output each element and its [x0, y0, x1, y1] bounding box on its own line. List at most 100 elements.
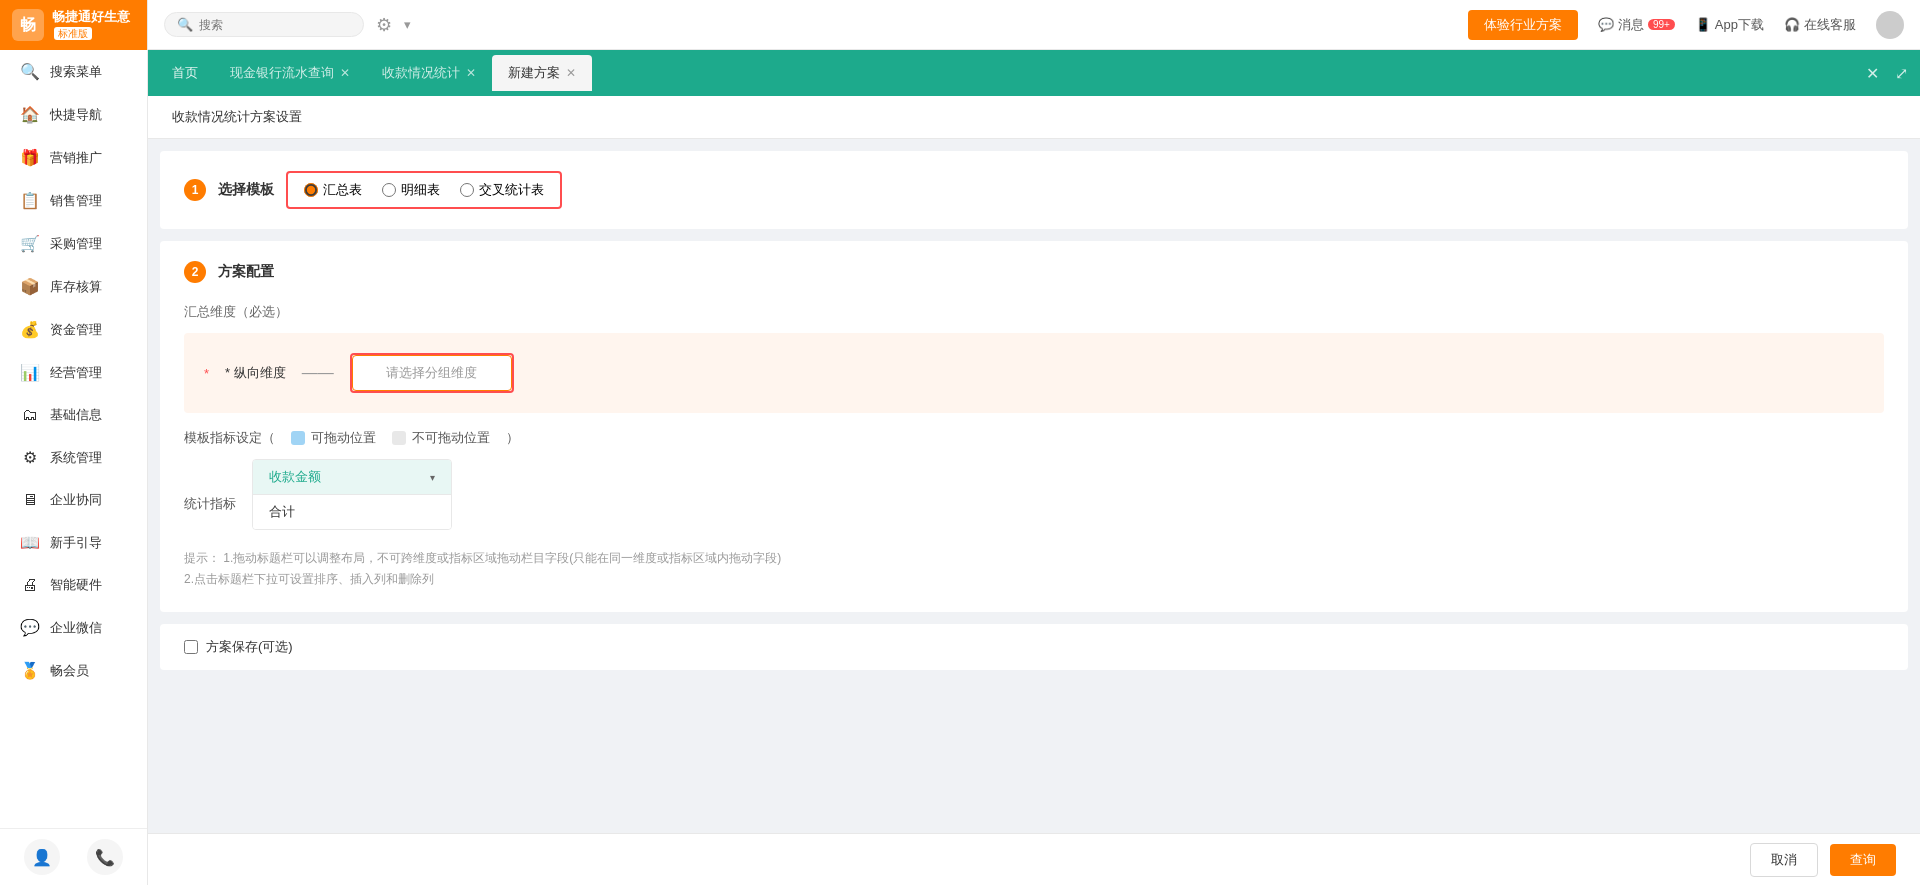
summary-dim-title: 汇总维度（必选）: [184, 303, 1884, 321]
summary-dim-area: 汇总维度（必选） * * 纵向维度 —— 请选择分组维度: [184, 303, 1884, 413]
tab-new-scheme-close[interactable]: ✕: [566, 67, 576, 79]
sidebar-item-basic-info[interactable]: 🗂 基础信息: [0, 394, 147, 436]
radio-detail-input[interactable]: [382, 183, 396, 197]
sidebar-item-guide[interactable]: 📖 新手引导: [0, 521, 147, 564]
sidebar-item-inventory[interactable]: 📦 库存核算: [0, 265, 147, 308]
tips-section: 提示： 1.拖动标题栏可以调整布局，不可跨维度或指标区域拖动栏目字段(只能在同一…: [184, 550, 1884, 588]
clipboard-icon: 📋: [20, 191, 40, 210]
radio-detail[interactable]: 明细表: [382, 181, 440, 199]
radio-detail-label: 明细表: [401, 181, 440, 199]
radio-cross-label: 交叉统计表: [479, 181, 544, 199]
sidebar-item-system[interactable]: ⚙ 系统管理: [0, 436, 147, 479]
query-button[interactable]: 查询: [1830, 844, 1896, 876]
tab-bank-flow-close[interactable]: ✕: [340, 67, 350, 79]
money-icon: 💰: [20, 320, 40, 339]
box-icon: 📦: [20, 277, 40, 296]
indicator-title-end: ）: [506, 429, 519, 447]
dim-arrow: ——: [302, 364, 334, 382]
sidebar-item-quick-nav[interactable]: 🏠 快捷导航: [0, 93, 147, 136]
logo-badge: 标准版: [54, 27, 92, 40]
radio-summary-input[interactable]: [304, 183, 318, 197]
gear-icon[interactable]: ⚙: [376, 14, 392, 36]
app-download-area[interactable]: 📱 App下载: [1695, 16, 1764, 34]
logo-text-area: 畅捷通好生意 标准版: [52, 9, 130, 41]
sidebar-nav: 🔍 搜索菜单 🏠 快捷导航 🎁 营销推广 📋 销售管理 🛒 采购管理 📦 库存核…: [0, 50, 147, 828]
indicator-category: 统计指标: [184, 459, 236, 530]
chart-icon: 📊: [20, 363, 40, 382]
sidebar-item-search-menu[interactable]: 🔍 搜索菜单: [0, 50, 147, 93]
sidebar-label-guide: 新手引导: [50, 534, 102, 552]
sidebar: 畅 畅捷通好生意 标准版 🔍 搜索菜单 🏠 快捷导航 🎁 营销推广 📋 销售管理…: [0, 0, 148, 885]
sidebar-label-sales: 销售管理: [50, 192, 102, 210]
sidebar-item-corp[interactable]: 🖥 企业协同: [0, 479, 147, 521]
section1-label: 选择模板: [218, 181, 274, 199]
sidebar-logo: 畅 畅捷通好生意 标准版: [0, 0, 147, 50]
section2-label: 方案配置: [218, 263, 274, 281]
user-avatar[interactable]: [1876, 11, 1904, 39]
tab-bank-flow-label: 现金银行流水查询: [230, 64, 334, 82]
indicator-hint: 模板指标设定（ 可拖动位置 不可拖动位置 ）: [184, 429, 1884, 447]
tab-maximize-btn[interactable]: ⤢: [1891, 60, 1912, 87]
medal-icon: 🏅: [20, 661, 40, 680]
sidebar-item-marketing[interactable]: 🎁 营销推广: [0, 136, 147, 179]
header-actions: 体验行业方案 💬 消息 99+ 📱 App下载 🎧 在线客服: [1468, 10, 1904, 40]
tab-home[interactable]: 首页: [156, 55, 214, 91]
online-service-area[interactable]: 🎧 在线客服: [1784, 16, 1856, 34]
dim-select-box[interactable]: 请选择分组维度: [352, 355, 512, 391]
notification-area[interactable]: 💬 消息 99+: [1598, 16, 1675, 34]
sidebar-item-hardware[interactable]: 🖨 智能硬件: [0, 564, 147, 606]
logo-text: 畅捷通好生意: [52, 9, 130, 25]
radio-summary-label: 汇总表: [323, 181, 362, 199]
radio-cross-input[interactable]: [460, 183, 474, 197]
sidebar-item-operation[interactable]: 📊 经营管理: [0, 351, 147, 394]
dim-select-wrapper[interactable]: 请选择分组维度: [350, 353, 514, 393]
search-bar[interactable]: 🔍: [164, 12, 364, 37]
indicator-title-text: 模板指标设定（: [184, 430, 275, 445]
breadcrumb-text: 收款情况统计方案设置: [172, 109, 302, 124]
chevron-down-icon[interactable]: ▾: [430, 472, 435, 483]
sidebar-label-hardware: 智能硬件: [50, 576, 102, 594]
sidebar-item-sales[interactable]: 📋 销售管理: [0, 179, 147, 222]
tab-new-scheme[interactable]: 新建方案 ✕: [492, 55, 592, 91]
tab-receipt-stats-close[interactable]: ✕: [466, 67, 476, 79]
notification-badge: 99+: [1648, 19, 1675, 30]
indicator-table-area: 统计指标 收款金额 ▾ 合计: [184, 459, 1884, 530]
footer-bar: 取消 查询: [148, 833, 1920, 885]
sidebar-label-member: 畅会员: [50, 662, 89, 680]
app-icon: 📱: [1695, 17, 1711, 32]
sidebar-item-member[interactable]: 🏅 畅会员: [0, 649, 147, 692]
dropdown-icon[interactable]: ▾: [404, 17, 411, 32]
sidebar-item-weixin[interactable]: 💬 企业微信: [0, 606, 147, 649]
sidebar-item-finance[interactable]: 💰 资金管理: [0, 308, 147, 351]
tab-close-btn[interactable]: ✕: [1862, 60, 1883, 87]
indicator-header-row[interactable]: 收款金额 ▾: [253, 460, 451, 495]
tab-bank-flow[interactable]: 现金银行流水查询 ✕: [214, 55, 366, 91]
tab-receipt-stats[interactable]: 收款情况统计 ✕: [366, 55, 492, 91]
radio-cross[interactable]: 交叉统计表: [460, 181, 544, 199]
search-input[interactable]: [199, 18, 339, 32]
non-draggable-label: 不可拖动位置: [412, 429, 490, 447]
sidebar-label-search-menu: 搜索菜单: [50, 63, 102, 81]
book-icon: 📖: [20, 533, 40, 552]
cart-icon: 🛒: [20, 234, 40, 253]
page-content: 收款情况统计方案设置 1 选择模板 汇总表 明细表: [148, 96, 1920, 885]
cancel-button[interactable]: 取消: [1750, 843, 1818, 877]
sidebar-label-finance: 资金管理: [50, 321, 102, 339]
radio-summary[interactable]: 汇总表: [304, 181, 362, 199]
trial-btn[interactable]: 体验行业方案: [1468, 10, 1578, 40]
top-header: 🔍 ⚙ ▾ 体验行业方案 💬 消息 99+ 📱 App下载 🎧 在线客服: [148, 0, 1920, 50]
sidebar-label-inventory: 库存核算: [50, 278, 102, 296]
non-draggable-badge: 不可拖动位置: [392, 429, 490, 447]
sidebar-label-purchase: 采购管理: [50, 235, 102, 253]
sidebar-bottom-btn1[interactable]: 👤: [24, 839, 60, 875]
chat-icon: 💬: [20, 618, 40, 637]
sidebar-bottom-btn2[interactable]: 📞: [87, 839, 123, 875]
folder-icon: 🗂: [20, 406, 40, 424]
dimension-row: * * 纵向维度 —— 请选择分组维度: [204, 353, 1864, 393]
sidebar-item-purchase[interactable]: 🛒 采购管理: [0, 222, 147, 265]
monitor-icon: 🖥: [20, 491, 40, 509]
save-checkbox[interactable]: [184, 640, 198, 654]
tabs-right: ✕ ⤢: [1862, 60, 1912, 87]
search-menu-icon: 🔍: [20, 62, 40, 81]
template-select-box: 汇总表 明细表 交叉统计表: [286, 171, 562, 209]
